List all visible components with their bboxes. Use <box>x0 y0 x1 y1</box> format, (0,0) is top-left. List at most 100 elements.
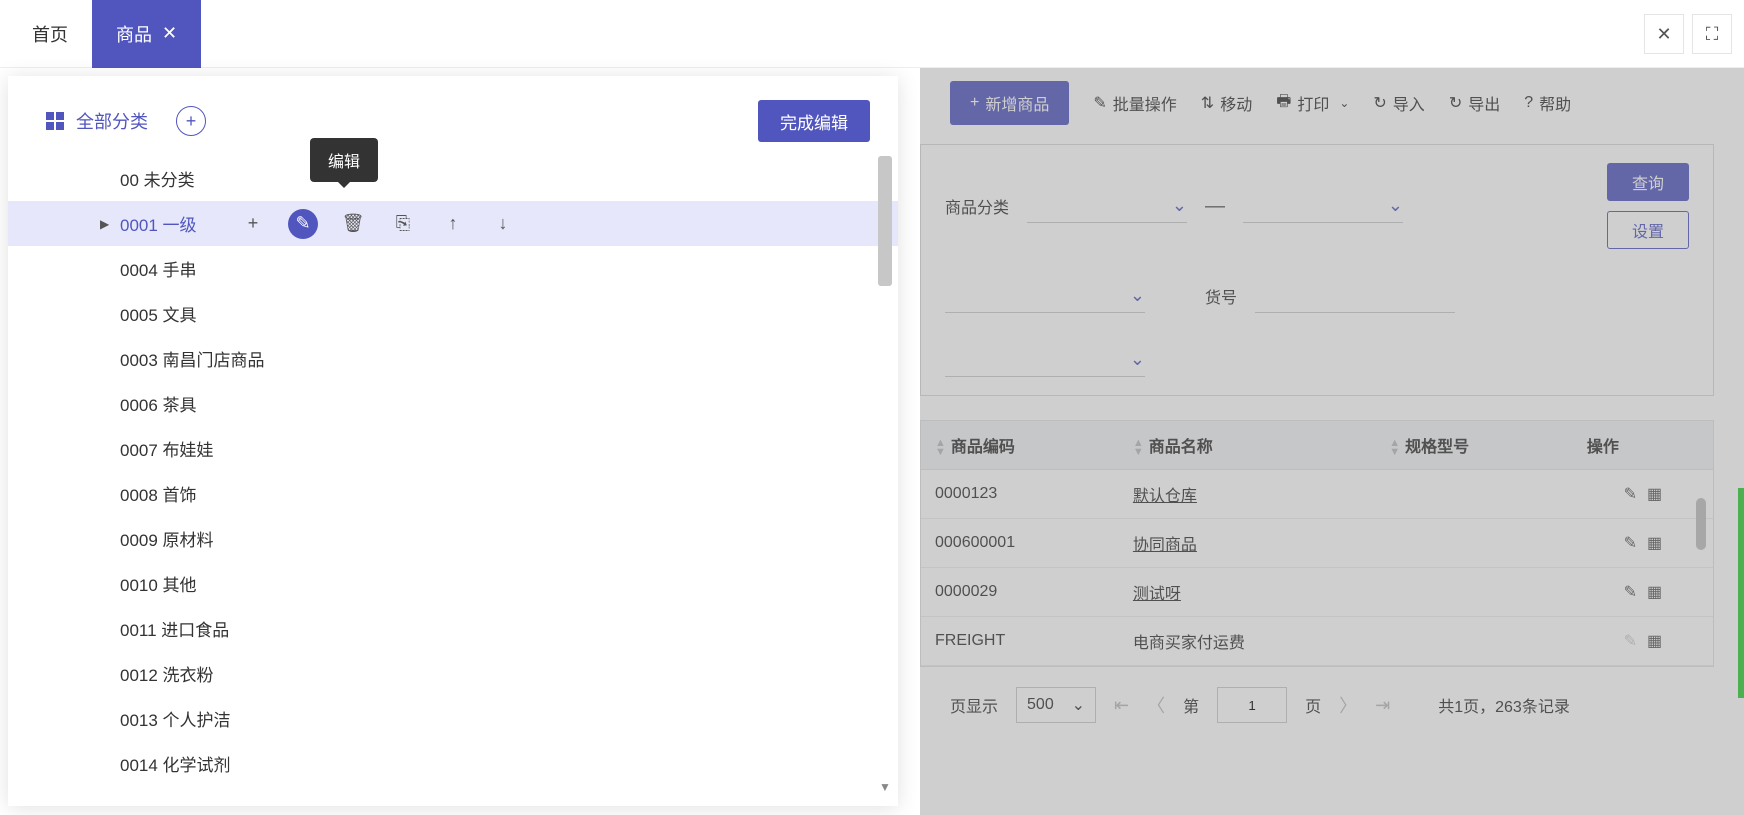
next-page-button[interactable]: 〉 <box>1339 692 1357 718</box>
close-button[interactable]: ✕ <box>1644 14 1684 54</box>
print-button[interactable]: 🖶打印⌄ <box>1276 90 1349 117</box>
edit-icon[interactable]: ✎ <box>288 209 318 239</box>
category-item[interactable]: 0010 其他 <box>8 561 898 606</box>
category-label: 0003 南昌门店商品 <box>120 346 265 371</box>
help-label: 帮助 <box>1539 91 1571 115</box>
chevron-down-icon: ⌄ <box>1339 96 1349 110</box>
col-name[interactable]: ▲▼商品名称 <box>1119 421 1375 470</box>
table-row[interactable]: 0000029测试呀✎▦ <box>921 568 1713 617</box>
complete-edit-button[interactable]: 完成编辑 <box>758 100 870 142</box>
filter-huohao-label: 货号 <box>1205 284 1237 308</box>
window-actions: ✕ ⛶ <box>1644 14 1732 54</box>
add-child-icon[interactable]: + <box>238 209 268 239</box>
row-more-icon[interactable]: ▦ <box>1647 584 1662 601</box>
scroll-thumb[interactable] <box>878 156 892 286</box>
page-label-1: 第 <box>1183 693 1199 717</box>
move-up-icon[interactable]: ↑ <box>438 209 468 239</box>
first-page-button[interactable]: ⇤ <box>1114 695 1129 716</box>
add-product-button[interactable]: +新增商品 <box>950 81 1069 125</box>
category-label: 0009 原材料 <box>120 526 214 551</box>
row-edit-icon[interactable]: ✎ <box>1624 584 1637 601</box>
product-name-link[interactable]: 协同商品 <box>1133 537 1197 554</box>
select-1[interactable]: ⌄ <box>945 279 1145 313</box>
move-down-icon[interactable]: ↓ <box>488 209 518 239</box>
product-name-link[interactable]: 测试呀 <box>1133 586 1181 603</box>
row-more-icon[interactable]: ▦ <box>1647 633 1662 650</box>
product-name-link[interactable]: 默认仓库 <box>1133 488 1197 505</box>
row-more-icon[interactable]: ▦ <box>1647 535 1662 552</box>
category-label: 0001 一级 <box>120 211 197 236</box>
category-select[interactable]: ⌄ <box>1027 189 1187 223</box>
product-name: 电商买家付运费 <box>1133 635 1245 652</box>
category-item[interactable]: ▶ 0001 一级 + ✎ 🗑 ⎘ ↑ ↓ <box>8 201 898 246</box>
table-scroll-thumb[interactable] <box>1696 498 1706 550</box>
close-icon[interactable]: ✕ <box>162 23 177 44</box>
row-edit-icon[interactable]: ✎ <box>1624 535 1637 552</box>
category-item[interactable]: 00 未分类 <box>8 156 898 201</box>
query-button[interactable]: 查询 <box>1607 163 1689 201</box>
col-code-label: 商品编码 <box>951 439 1015 456</box>
table-row[interactable]: 000600001协同商品✎▦ <box>921 519 1713 568</box>
top-tab-bar: 首页 商品 ✕ ✕ ⛶ <box>0 0 1744 68</box>
page-input[interactable] <box>1217 687 1287 723</box>
category-item[interactable]: 0011 进口食品 <box>8 606 898 651</box>
scroll-down-icon[interactable]: ▼ <box>879 780 891 794</box>
col-spec[interactable]: ▲▼规格型号 <box>1375 421 1573 470</box>
import-label: 导入 <box>1393 91 1425 115</box>
filter-huohao: 货号 <box>1205 279 1455 313</box>
category-item[interactable]: 0005 文具 <box>8 291 898 336</box>
prev-page-button[interactable]: 〈 <box>1147 692 1165 718</box>
settings-button[interactable]: 设置 <box>1607 211 1689 249</box>
add-category-button[interactable]: + <box>176 106 206 136</box>
cell-spec <box>1375 470 1573 519</box>
category-label: 0010 其他 <box>120 571 197 596</box>
tab-home[interactable]: 首页 <box>8 0 92 68</box>
fullscreen-button[interactable]: ⛶ <box>1692 14 1732 54</box>
category-item[interactable]: 0012 洗衣粉 <box>8 651 898 696</box>
cell-ops: ✎▦ <box>1573 519 1713 568</box>
page-label-2: 页 <box>1305 693 1321 717</box>
move-button[interactable]: ⇅移动 <box>1201 91 1252 115</box>
category-item[interactable]: 0014 化学试剂 <box>8 741 898 786</box>
category-item[interactable]: 0009 原材料 <box>8 516 898 561</box>
move-label: 移动 <box>1220 91 1252 115</box>
category-item[interactable]: 0008 首饰 <box>8 471 898 516</box>
plus-icon: + <box>970 94 979 112</box>
table-row[interactable]: FREIGHT电商买家付运费✎▦ <box>921 617 1713 666</box>
category-item[interactable]: 0007 布娃娃 <box>8 426 898 471</box>
batch-ops-button[interactable]: ✎批量操作 <box>1093 91 1176 115</box>
cell-ops: ✎▦ <box>1573 568 1713 617</box>
page-scroll-indicator[interactable] <box>1738 488 1744 698</box>
print-icon: 🖶 <box>1276 90 1291 117</box>
category-select-2[interactable]: ⌄ <box>1243 189 1403 223</box>
last-page-button[interactable]: ⇥ <box>1375 695 1390 716</box>
tab-products[interactable]: 商品 ✕ <box>92 0 201 68</box>
edit-tooltip: 编辑 <box>310 138 378 182</box>
page-summary: 共1页，263条记录 <box>1438 693 1570 717</box>
huohao-input[interactable] <box>1255 279 1455 313</box>
category-item[interactable]: 0006 茶具 <box>8 381 898 426</box>
batch-label: 批量操作 <box>1113 91 1177 115</box>
row-actions: + ✎ 🗑 ⎘ ↑ ↓ <box>238 209 518 239</box>
cell-name: 默认仓库 <box>1119 470 1375 519</box>
table-row[interactable]: 0000123默认仓库✎▦ <box>921 470 1713 519</box>
row-edit-icon[interactable]: ✎ <box>1624 486 1637 503</box>
help-button[interactable]: ?帮助 <box>1524 91 1571 115</box>
category-item[interactable]: 0013 个人护洁 <box>8 696 898 741</box>
page-size-select[interactable]: 500⌄ <box>1016 687 1096 723</box>
panel-title[interactable]: 全部分类 <box>76 108 148 134</box>
col-op: 操作 <box>1573 421 1713 470</box>
select-2[interactable]: ⌄ <box>945 343 1145 377</box>
delete-icon[interactable]: 🗑 <box>338 209 368 239</box>
row-more-icon[interactable]: ▦ <box>1647 486 1662 503</box>
category-item[interactable]: 0004 手串 <box>8 246 898 291</box>
expand-icon[interactable]: ▶ <box>100 217 109 231</box>
import-button[interactable]: ↻ 导入 <box>1373 91 1424 115</box>
category-item[interactable]: 0003 南昌门店商品 <box>8 336 898 381</box>
import-icon: ↻ <box>1373 93 1386 113</box>
export-button[interactable]: ↻导出 <box>1449 91 1500 115</box>
scrollbar[interactable]: ▼ <box>878 156 892 796</box>
cell-ops: ✎▦ <box>1573 470 1713 519</box>
archive-icon[interactable]: ⎘ <box>388 209 418 239</box>
col-code[interactable]: ▲▼商品编码 <box>921 421 1119 470</box>
